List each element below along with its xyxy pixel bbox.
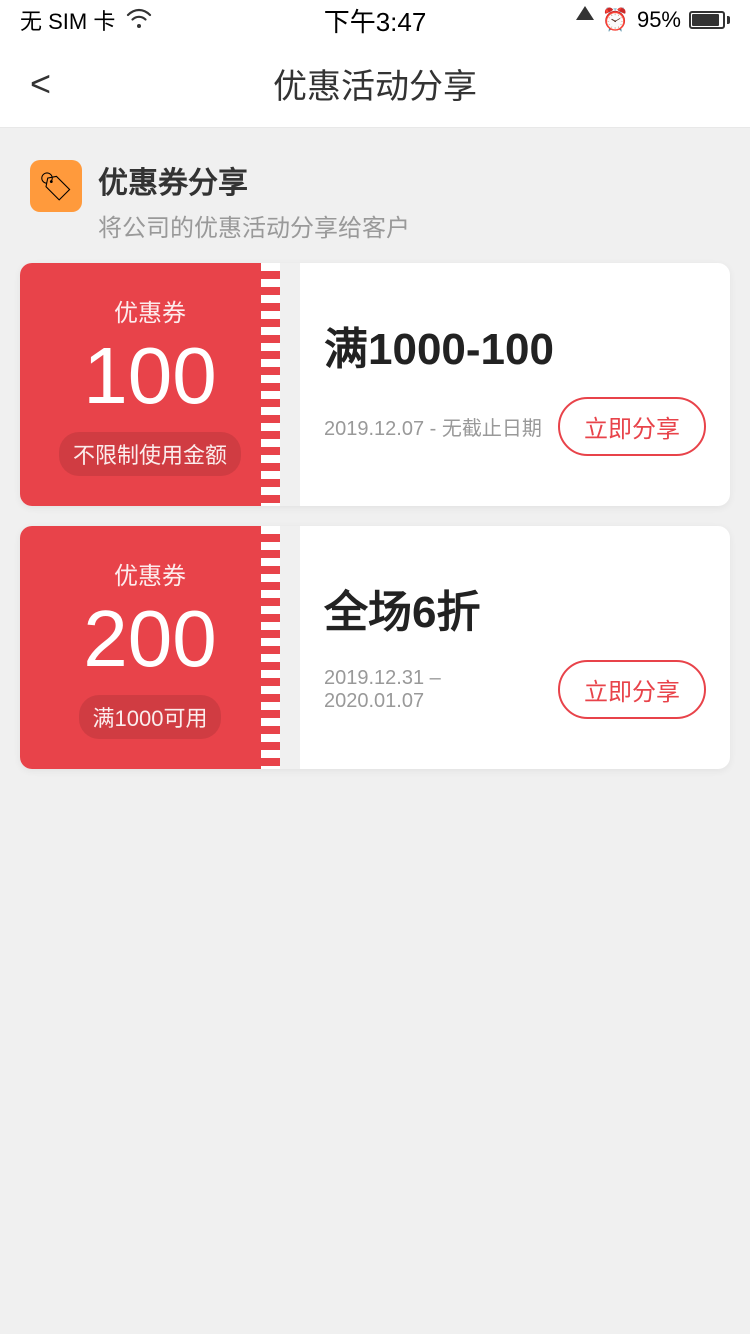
alarm-icon: ⏰	[602, 7, 629, 33]
coupon-date-2: 2019.12.31 – 2020.01.07	[324, 667, 546, 713]
notch-top-1	[280, 263, 300, 277]
section-desc: 将公司的优惠活动分享给客户	[98, 208, 410, 243]
coupon-left-1: 优惠券 100 不限制使用金额	[20, 263, 280, 506]
battery-icon	[689, 11, 730, 29]
coupon-condition-1: 不限制使用金额	[59, 432, 241, 476]
section-icon: 🏷	[30, 160, 82, 212]
coupon-label-1: 优惠券	[114, 293, 186, 328]
coupon-title-2: 全场6折	[324, 576, 706, 640]
carrier-text: 无 SIM 卡	[20, 4, 115, 36]
page-title: 优惠活动分享	[273, 59, 477, 108]
coupon-label-2: 优惠券	[114, 556, 186, 591]
status-left: 无 SIM 卡	[20, 4, 153, 36]
battery-percent: 95%	[637, 7, 681, 33]
status-bar: 无 SIM 卡 下午3:47 ⏰ 95%	[0, 0, 750, 40]
share-button-2[interactable]: 立即分享	[558, 660, 706, 719]
coupon-card-1: 优惠券 100 不限制使用金额 满1000-100 2019.12.07 - 无…	[20, 263, 730, 506]
coupon-list: 优惠券 100 不限制使用金额 满1000-100 2019.12.07 - 无…	[0, 263, 750, 789]
location-icon	[576, 6, 594, 34]
section-text: 优惠券分享 将公司的优惠活动分享给客户	[98, 158, 410, 243]
notch-bottom-1	[280, 492, 300, 506]
coupon-bottom-2: 2019.12.31 – 2020.01.07 立即分享	[324, 660, 706, 719]
coupon-bottom-1: 2019.12.07 - 无截止日期 立即分享	[324, 397, 706, 456]
notch-top-2	[280, 526, 300, 540]
coupon-card-2: 优惠券 200 满1000可用 全场6折 2019.12.31 – 2020.0…	[20, 526, 730, 769]
coupon-date-1: 2019.12.07 - 无截止日期	[324, 412, 546, 441]
coupon-title-1: 满1000-100	[324, 313, 706, 377]
nav-bar: < 优惠活动分享	[0, 40, 750, 128]
coupon-amount-2: 200	[83, 599, 216, 679]
coupon-amount-1: 100	[83, 336, 216, 416]
notch-bottom-2	[280, 755, 300, 769]
coupon-separator-2	[280, 526, 300, 769]
share-button-1[interactable]: 立即分享	[558, 397, 706, 456]
section-header: 🏷 优惠券分享 将公司的优惠活动分享给客户	[0, 128, 750, 263]
coupon-separator-1	[280, 263, 300, 506]
background-fill	[0, 789, 750, 1189]
status-time: 下午3:47	[324, 2, 427, 39]
coupon-left-2: 优惠券 200 满1000可用	[20, 526, 280, 769]
status-right: ⏰ 95%	[576, 6, 730, 34]
section-title: 优惠券分享	[98, 158, 410, 202]
coupon-condition-2: 满1000可用	[79, 695, 222, 739]
wifi-icon	[125, 6, 153, 34]
back-button[interactable]: <	[30, 63, 51, 105]
coupon-right-2: 全场6折 2019.12.31 – 2020.01.07 立即分享	[300, 526, 730, 769]
coupon-right-1: 满1000-100 2019.12.07 - 无截止日期 立即分享	[300, 263, 730, 506]
